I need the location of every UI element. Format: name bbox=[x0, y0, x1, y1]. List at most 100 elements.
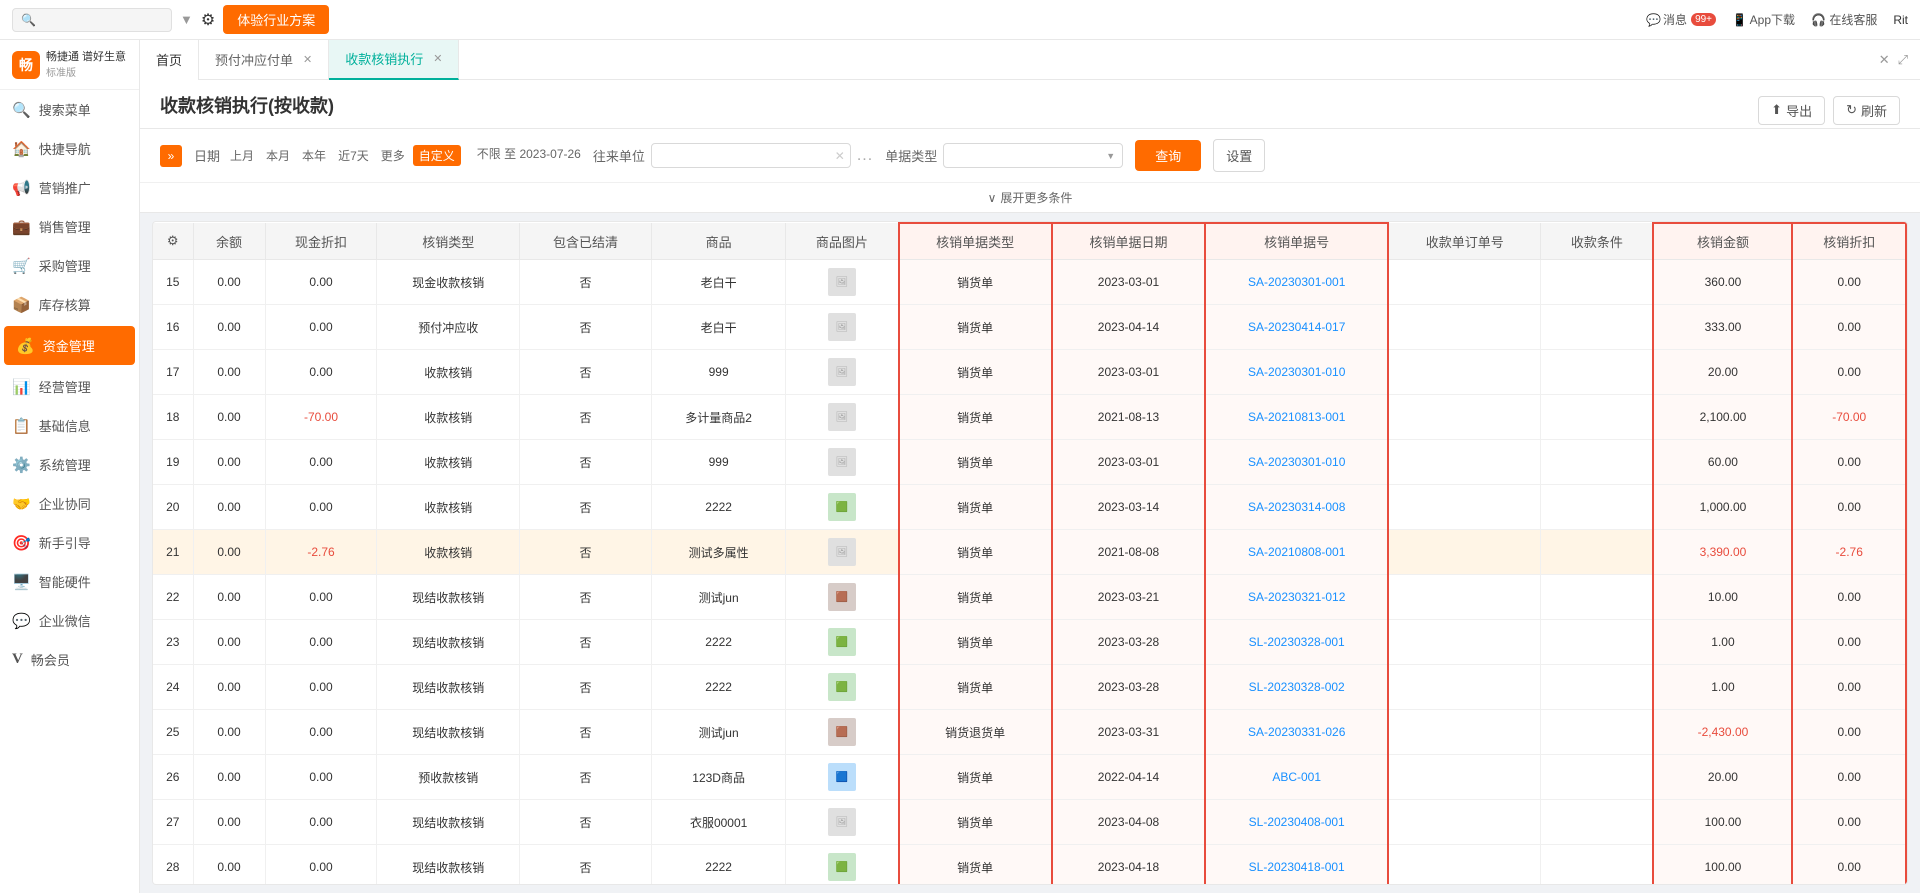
home-tab-label: 首页 bbox=[156, 50, 182, 69]
cell-verify-order-no[interactable]: SL-20230328-002 bbox=[1205, 665, 1388, 710]
verify-order-link[interactable]: SA-20210808-001 bbox=[1248, 545, 1345, 559]
table-row: 21 0.00 -2.76 收款核销 否 测试多属性 🖼 销货单 2021-08… bbox=[153, 530, 1906, 575]
cell-verify-date: 2023-04-18 bbox=[1052, 845, 1205, 886]
verify-order-link[interactable]: SL-20230418-001 bbox=[1249, 860, 1345, 874]
query-button[interactable]: 查询 bbox=[1135, 140, 1201, 171]
table-row: 23 0.00 0.00 现结收款核销 否 2222 🟩 销货单 2023-03… bbox=[153, 620, 1906, 665]
th-settings[interactable]: ⚙ bbox=[153, 223, 193, 260]
verify-order-link[interactable]: SL-20230328-002 bbox=[1249, 680, 1345, 694]
verify-order-link[interactable]: SL-20230408-001 bbox=[1249, 815, 1345, 829]
cell-verify-order-no[interactable]: SA-20230301-010 bbox=[1205, 440, 1388, 485]
cell-cash-discount: -2.76 bbox=[265, 530, 377, 575]
sidebar-item-label: 采购管理 bbox=[39, 256, 91, 275]
refresh-button[interactable]: ↻ 刷新 bbox=[1833, 96, 1900, 125]
column-settings-icon[interactable]: ⚙ bbox=[167, 233, 179, 248]
cell-verify-amount: -2,430.00 bbox=[1653, 710, 1792, 755]
window-expand-icon[interactable]: ⤢ bbox=[1898, 52, 1908, 68]
cell-verify-order-no[interactable]: SL-20230328-001 bbox=[1205, 620, 1388, 665]
date-last-month[interactable]: 上月 bbox=[226, 145, 258, 166]
tab-receipt[interactable]: 收款核销执行 ✕ bbox=[329, 40, 459, 80]
cell-id: 19 bbox=[153, 440, 193, 485]
settings-button[interactable]: 设置 bbox=[1213, 139, 1265, 172]
verify-order-link[interactable]: SA-20230414-017 bbox=[1248, 320, 1345, 334]
purchase-icon: 🛒 bbox=[12, 257, 31, 275]
cell-verify-order-no[interactable]: ABC-001 bbox=[1205, 755, 1388, 800]
cell-verify-order-no[interactable]: SA-20230321-012 bbox=[1205, 575, 1388, 620]
cell-verify-order-type: 销货单 bbox=[899, 305, 1052, 350]
verify-order-link[interactable]: SA-20230321-012 bbox=[1248, 590, 1345, 604]
cell-verify-type: 收款核销 bbox=[377, 395, 520, 440]
expand-more-button[interactable]: ∨ 展开更多条件 bbox=[988, 189, 1073, 206]
tab-home[interactable]: 首页 bbox=[140, 40, 199, 80]
sidebar-item-sales[interactable]: 💼 销售管理 bbox=[0, 207, 139, 246]
cell-goods: 测试jun bbox=[651, 710, 785, 755]
sidebar-item-search[interactable]: 🔍 搜索菜单 bbox=[0, 90, 139, 129]
data-table-container[interactable]: ⚙ 余额 现金折扣 核销类型 包含已结清 商品 商品图片 核销单据类型 核销单据… bbox=[152, 221, 1908, 885]
sidebar-item-guide[interactable]: 🎯 新手引导 bbox=[0, 523, 139, 562]
cell-verify-type: 预收款核销 bbox=[377, 755, 520, 800]
cell-verify-order-no[interactable]: SA-20230314-008 bbox=[1205, 485, 1388, 530]
sidebar-item-system[interactable]: ⚙️ 系统管理 bbox=[0, 445, 139, 484]
sidebar-item-basic[interactable]: 📋 基础信息 bbox=[0, 406, 139, 445]
tab-prepay[interactable]: 预付冲应付单 ✕ bbox=[199, 40, 329, 80]
verify-order-link[interactable]: SA-20230331-026 bbox=[1248, 725, 1345, 739]
partner-input-clear[interactable]: ✕ bbox=[835, 149, 845, 163]
date-7days[interactable]: 近7天 bbox=[334, 145, 373, 166]
table-row: 28 0.00 0.00 现结收款核销 否 2222 🟩 销货单 2023-04… bbox=[153, 845, 1906, 886]
export-button[interactable]: ⬆ 导出 bbox=[1758, 96, 1825, 125]
verify-order-link[interactable]: SA-20230301-010 bbox=[1248, 455, 1345, 469]
verify-order-link[interactable]: SA-20230301-010 bbox=[1248, 365, 1345, 379]
cell-verify-order-no[interactable]: SL-20230418-001 bbox=[1205, 845, 1388, 886]
sidebar-item-purchase[interactable]: 🛒 采购管理 bbox=[0, 246, 139, 285]
verify-order-link[interactable]: ABC-001 bbox=[1272, 770, 1321, 784]
cell-verify-order-no[interactable]: SL-20230408-001 bbox=[1205, 800, 1388, 845]
date-more[interactable]: 更多 bbox=[377, 145, 409, 166]
partner-input[interactable] bbox=[651, 143, 851, 168]
sidebar-item-wechat[interactable]: 💬 企业微信 bbox=[0, 601, 139, 640]
verify-order-link[interactable]: SA-20210813-001 bbox=[1248, 410, 1345, 424]
cell-verify-amount: 360.00 bbox=[1653, 260, 1792, 305]
receipt-tab-label: 收款核销执行 bbox=[345, 49, 423, 68]
online-service[interactable]: 🎧 在线客服 bbox=[1811, 11, 1877, 28]
cell-verify-order-type: 销货单 bbox=[899, 665, 1052, 710]
sidebar-item-enterprise[interactable]: 🤝 企业协同 bbox=[0, 484, 139, 523]
sidebar-item-marketing[interactable]: 📢 营销推广 bbox=[0, 168, 139, 207]
receipt-tab-close[interactable]: ✕ bbox=[433, 52, 442, 65]
sidebar-item-nav[interactable]: 🏠 快捷导航 bbox=[0, 129, 139, 168]
app-download[interactable]: 📱 App下载 bbox=[1732, 11, 1795, 28]
industry-solution-button[interactable]: 体验行业方案 bbox=[223, 5, 329, 34]
cell-goods: 123D商品 bbox=[651, 755, 785, 800]
sidebar-item-inventory[interactable]: 📦 库存核算 bbox=[0, 285, 139, 324]
sidebar-item-hardware[interactable]: 🖥️ 智能硬件 bbox=[0, 562, 139, 601]
cell-verify-type: 收款核销 bbox=[377, 530, 520, 575]
sidebar-item-capital[interactable]: 💰 资金管理 bbox=[4, 326, 135, 365]
cell-goods-image: 🖼 bbox=[786, 440, 899, 485]
sidebar-item-label: 营销推广 bbox=[39, 178, 91, 197]
date-this-month[interactable]: 本月 bbox=[262, 145, 294, 166]
refresh-icon: ↻ bbox=[1846, 102, 1857, 118]
order-type-select[interactable] bbox=[943, 143, 1123, 168]
cell-verify-order-no[interactable]: SA-20230331-026 bbox=[1205, 710, 1388, 755]
sidebar-item-member[interactable]: V 畅会员 bbox=[0, 640, 139, 679]
verify-order-link[interactable]: SL-20230328-001 bbox=[1249, 635, 1345, 649]
settings-gear-icon[interactable]: ⚙ bbox=[201, 10, 215, 30]
dropdown-icon[interactable]: ▼ bbox=[180, 12, 193, 27]
cell-verify-order-no[interactable]: SA-20230414-017 bbox=[1205, 305, 1388, 350]
user-label[interactable]: Rit bbox=[1893, 13, 1908, 27]
prepay-tab-close[interactable]: ✕ bbox=[303, 53, 312, 66]
filter-collapse-button[interactable]: » bbox=[160, 145, 182, 167]
goods-image-thumb: 🖼 bbox=[828, 538, 856, 566]
window-close-icon[interactable]: ✕ bbox=[1879, 52, 1890, 68]
cell-verify-order-no[interactable]: SA-20230301-010 bbox=[1205, 350, 1388, 395]
messages-area[interactable]: 💬 消息 99+ bbox=[1646, 11, 1716, 28]
date-this-year[interactable]: 本年 bbox=[298, 145, 330, 166]
sidebar-item-label: 基础信息 bbox=[39, 416, 91, 435]
cell-verify-order-no[interactable]: SA-20230301-001 bbox=[1205, 260, 1388, 305]
verify-order-link[interactable]: SA-20230301-001 bbox=[1248, 275, 1345, 289]
sidebar-item-operations[interactable]: 📊 经营管理 bbox=[0, 367, 139, 406]
verify-order-link[interactable]: SA-20230314-008 bbox=[1248, 500, 1345, 514]
cell-verify-order-no[interactable]: SA-20210813-001 bbox=[1205, 395, 1388, 440]
cell-cash-discount: 0.00 bbox=[265, 260, 377, 305]
date-custom[interactable]: 自定义 bbox=[413, 145, 461, 166]
cell-verify-order-no[interactable]: SA-20210808-001 bbox=[1205, 530, 1388, 575]
